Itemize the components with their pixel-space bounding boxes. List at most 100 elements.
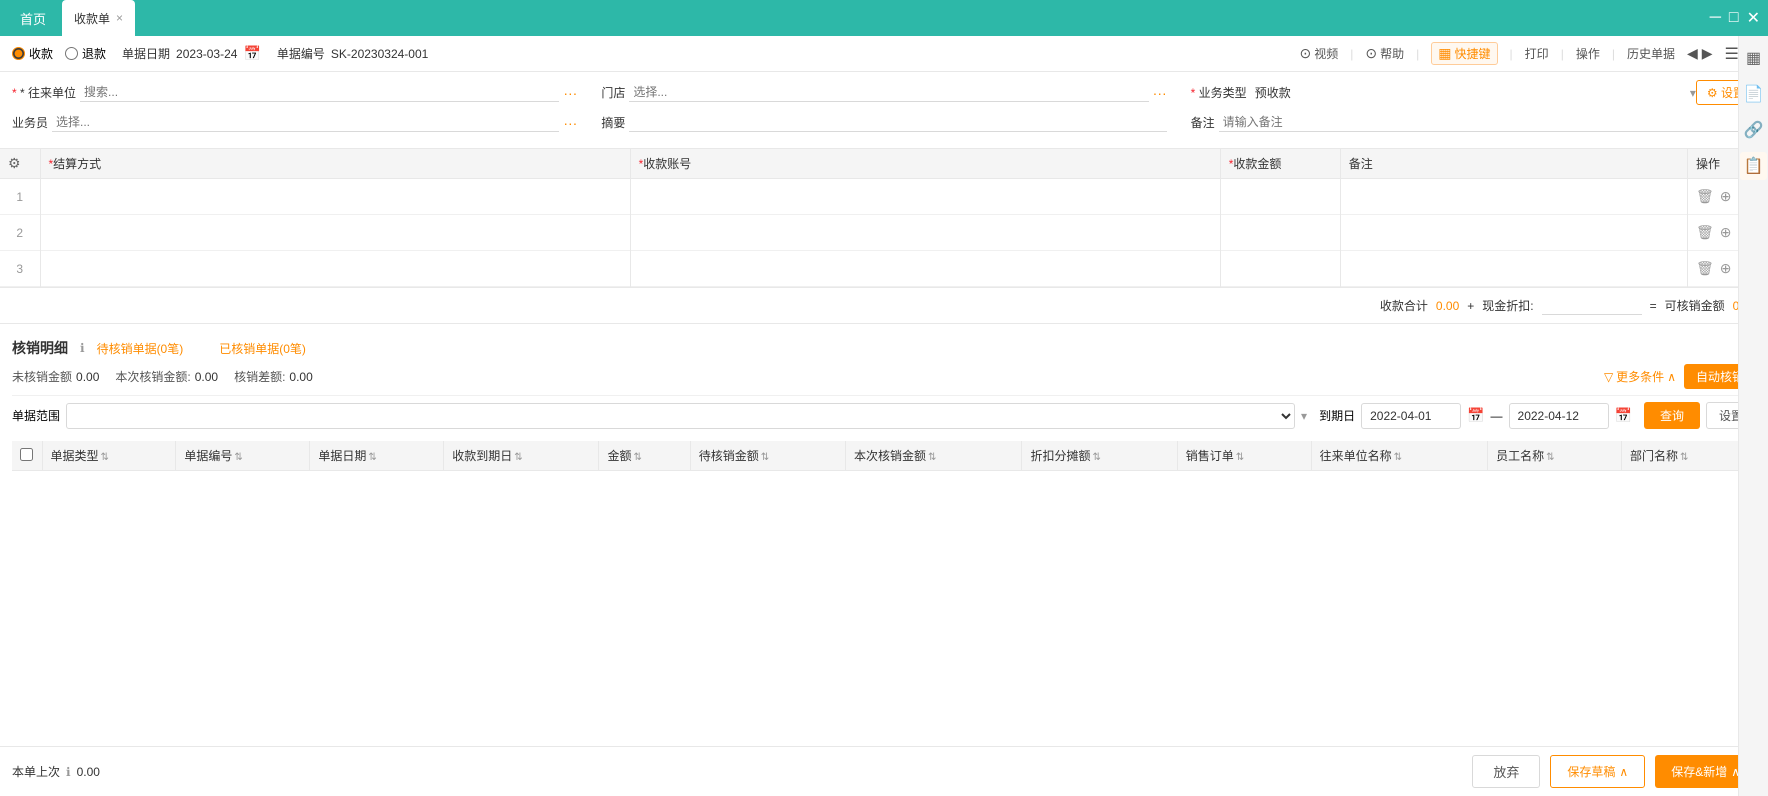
radio-return[interactable]: 退款	[65, 45, 106, 62]
th-department: 部门名称⇅	[1622, 441, 1756, 471]
remark-label: 备注	[1191, 114, 1215, 131]
tab-home[interactable]: 首页	[8, 0, 58, 36]
copy-row-2-icon[interactable]: ⊕	[1720, 224, 1732, 241]
loss-info-icon[interactable]: ℹ	[66, 765, 71, 779]
date-to-input[interactable]	[1509, 403, 1609, 429]
total-value: 0.00	[1436, 299, 1459, 313]
range-label: 单据范围	[12, 407, 60, 424]
salesperson-input[interactable]	[52, 113, 559, 132]
th-checkbox[interactable]	[12, 441, 42, 471]
info-icon[interactable]: ℹ	[80, 341, 85, 355]
select-all-checkbox[interactable]	[20, 448, 33, 461]
section-header: 核销明细 ℹ 待核销单据(0笔) 已核销单据(0笔)	[12, 338, 1756, 358]
tab-close-icon[interactable]: ×	[116, 11, 123, 25]
delete-row-1-icon[interactable]: 🗑	[1696, 188, 1714, 205]
salesperson-more-btn[interactable]: ···	[563, 115, 577, 131]
summary-input[interactable]	[629, 113, 1166, 132]
store-label: 门店	[601, 84, 625, 101]
more-conditions-btn[interactable]: ▽ 更多条件 ∧	[1604, 368, 1676, 385]
calendar-icon[interactable]: 📅	[243, 45, 260, 62]
shortcut-btn[interactable]: ▦ 快捷键	[1431, 42, 1497, 65]
salesperson-label: 业务员	[12, 114, 48, 131]
counterpart-input[interactable]	[80, 83, 559, 102]
toolbar-right: ⊙ 视频 | ⊙ 帮助 | ▦ 快捷键 | 打印 | 操作 | 历史单据	[1300, 42, 1756, 65]
remark-input[interactable]	[1219, 113, 1756, 132]
sidebar-doc-icon[interactable]: 📄	[1740, 80, 1768, 108]
print-btn[interactable]: 打印	[1525, 45, 1549, 62]
list-view-icon[interactable]: ☰	[1725, 44, 1739, 64]
operation-btn[interactable]: 操作	[1576, 45, 1600, 62]
copy-row-1-icon[interactable]: ⊕	[1720, 188, 1732, 205]
abandon-btn[interactable]: 放弃	[1472, 755, 1540, 788]
business-type-value: 预收款	[1251, 82, 1690, 103]
section-tabs: 待核销单据(0笔) 已核销单据(0笔)	[97, 340, 306, 357]
tab-bar-right: ─ □ ✕	[1710, 8, 1760, 28]
business-type-label: * 业务类型	[1191, 84, 1247, 101]
bottom-table-container: 单据类型⇅ 单据编号⇅ 单据日期⇅ 收款到期日⇅ 金额⇅ 待核销金额⇅ 本次核销…	[12, 441, 1756, 746]
summary-row: 收款合计 0.00 + 现金折扣: = 可核销金额 0.00	[0, 288, 1768, 324]
sidebar-link-icon[interactable]: 🔗	[1740, 116, 1768, 144]
th-settlement: *结算方式	[40, 149, 630, 179]
draft-arrow-icon[interactable]: ∧	[1619, 765, 1628, 779]
row-remark-3[interactable]	[1340, 251, 1687, 287]
counterpart-more-btn[interactable]: ···	[563, 85, 577, 101]
done-tab[interactable]: 已核销单据(0笔)	[219, 340, 306, 357]
discount-input[interactable]	[1542, 296, 1642, 315]
next-arrow[interactable]: ▶	[1702, 45, 1713, 62]
row-amount-3[interactable]	[1220, 251, 1340, 287]
query-btn[interactable]: 查询	[1644, 402, 1700, 429]
delete-row-2-icon[interactable]: 🗑	[1696, 224, 1714, 241]
close-window-icon[interactable]: ✕	[1747, 8, 1760, 28]
tab-active[interactable]: 收款单 ×	[62, 0, 135, 36]
tab-bar: 首页 收款单 × ─ □ ✕	[0, 0, 1768, 36]
stats-row: 未核销金额 0.00 本次核销金额: 0.00 核销差额: 0.00 ▽ 更多条…	[12, 364, 1756, 389]
row-num-2: 2	[0, 215, 40, 251]
row-account-3[interactable]	[630, 251, 1220, 287]
current-value: 0.00	[195, 370, 218, 384]
delete-row-3-icon[interactable]: 🗑	[1696, 260, 1714, 277]
current-label: 本次核销金额:	[115, 368, 190, 385]
filter-row: 单据范围 ▾ 到期日 📅 — 📅 查询 设置	[12, 395, 1756, 435]
store-more-btn[interactable]: ···	[1153, 85, 1167, 101]
table-gear-icon[interactable]: ⚙	[8, 155, 21, 171]
sidebar-table-icon[interactable]: ▦	[1742, 44, 1765, 72]
help-btn[interactable]: ⊙ 帮助	[1365, 45, 1404, 62]
prev-arrow[interactable]: ◀	[1687, 45, 1698, 62]
total-label: 收款合计	[1380, 297, 1428, 314]
maximize-icon[interactable]: □	[1729, 9, 1739, 27]
row-amount-2[interactable]	[1220, 215, 1340, 251]
row-account-2[interactable]	[630, 215, 1220, 251]
tab-active-label: 收款单	[74, 10, 110, 27]
row-amount-1[interactable]	[1220, 179, 1340, 215]
date-from-calendar-icon[interactable]: 📅	[1467, 407, 1484, 424]
row-account-1[interactable]	[630, 179, 1220, 215]
radio-receive[interactable]: 收款	[12, 45, 53, 62]
range-chevron-icon[interactable]: ▾	[1301, 409, 1307, 423]
th-pending-amount: 待核销金额⇅	[690, 441, 845, 471]
unverified-label: 未核销金额	[12, 368, 72, 385]
row-settlement-1[interactable]	[40, 179, 630, 215]
row-settlement-2[interactable]	[40, 215, 630, 251]
equals-sign: =	[1650, 299, 1657, 313]
range-select[interactable]	[66, 403, 1295, 429]
th-account: *收款账号	[630, 149, 1220, 179]
sidebar-active-icon[interactable]: 📋	[1740, 152, 1768, 180]
business-type-dropdown[interactable]: ▾	[1690, 86, 1696, 100]
th-doc-date: 单据日期⇅	[310, 441, 444, 471]
th-amount: *收款金额	[1220, 149, 1340, 179]
video-btn[interactable]: ⊙ 视频	[1300, 45, 1339, 62]
bottom-table: 单据类型⇅ 单据编号⇅ 单据日期⇅ 收款到期日⇅ 金额⇅ 待核销金额⇅ 本次核销…	[12, 441, 1756, 471]
draft-btn[interactable]: 保存草稿 ∧	[1550, 755, 1645, 788]
row-remark-2[interactable]	[1340, 215, 1687, 251]
th-gear[interactable]: ⚙	[0, 149, 40, 179]
history-btn[interactable]: 历史单据	[1627, 45, 1675, 62]
copy-row-3-icon[interactable]: ⊕	[1720, 260, 1732, 277]
date-label: 到期日	[1319, 407, 1355, 424]
date-to-calendar-icon[interactable]: 📅	[1615, 407, 1632, 424]
row-settlement-3[interactable]	[40, 251, 630, 287]
store-input[interactable]	[629, 83, 1148, 102]
pending-tab[interactable]: 待核销单据(0笔)	[97, 340, 184, 357]
minimize-icon[interactable]: ─	[1710, 9, 1721, 27]
row-remark-1[interactable]	[1340, 179, 1687, 215]
date-from-input[interactable]	[1361, 403, 1461, 429]
